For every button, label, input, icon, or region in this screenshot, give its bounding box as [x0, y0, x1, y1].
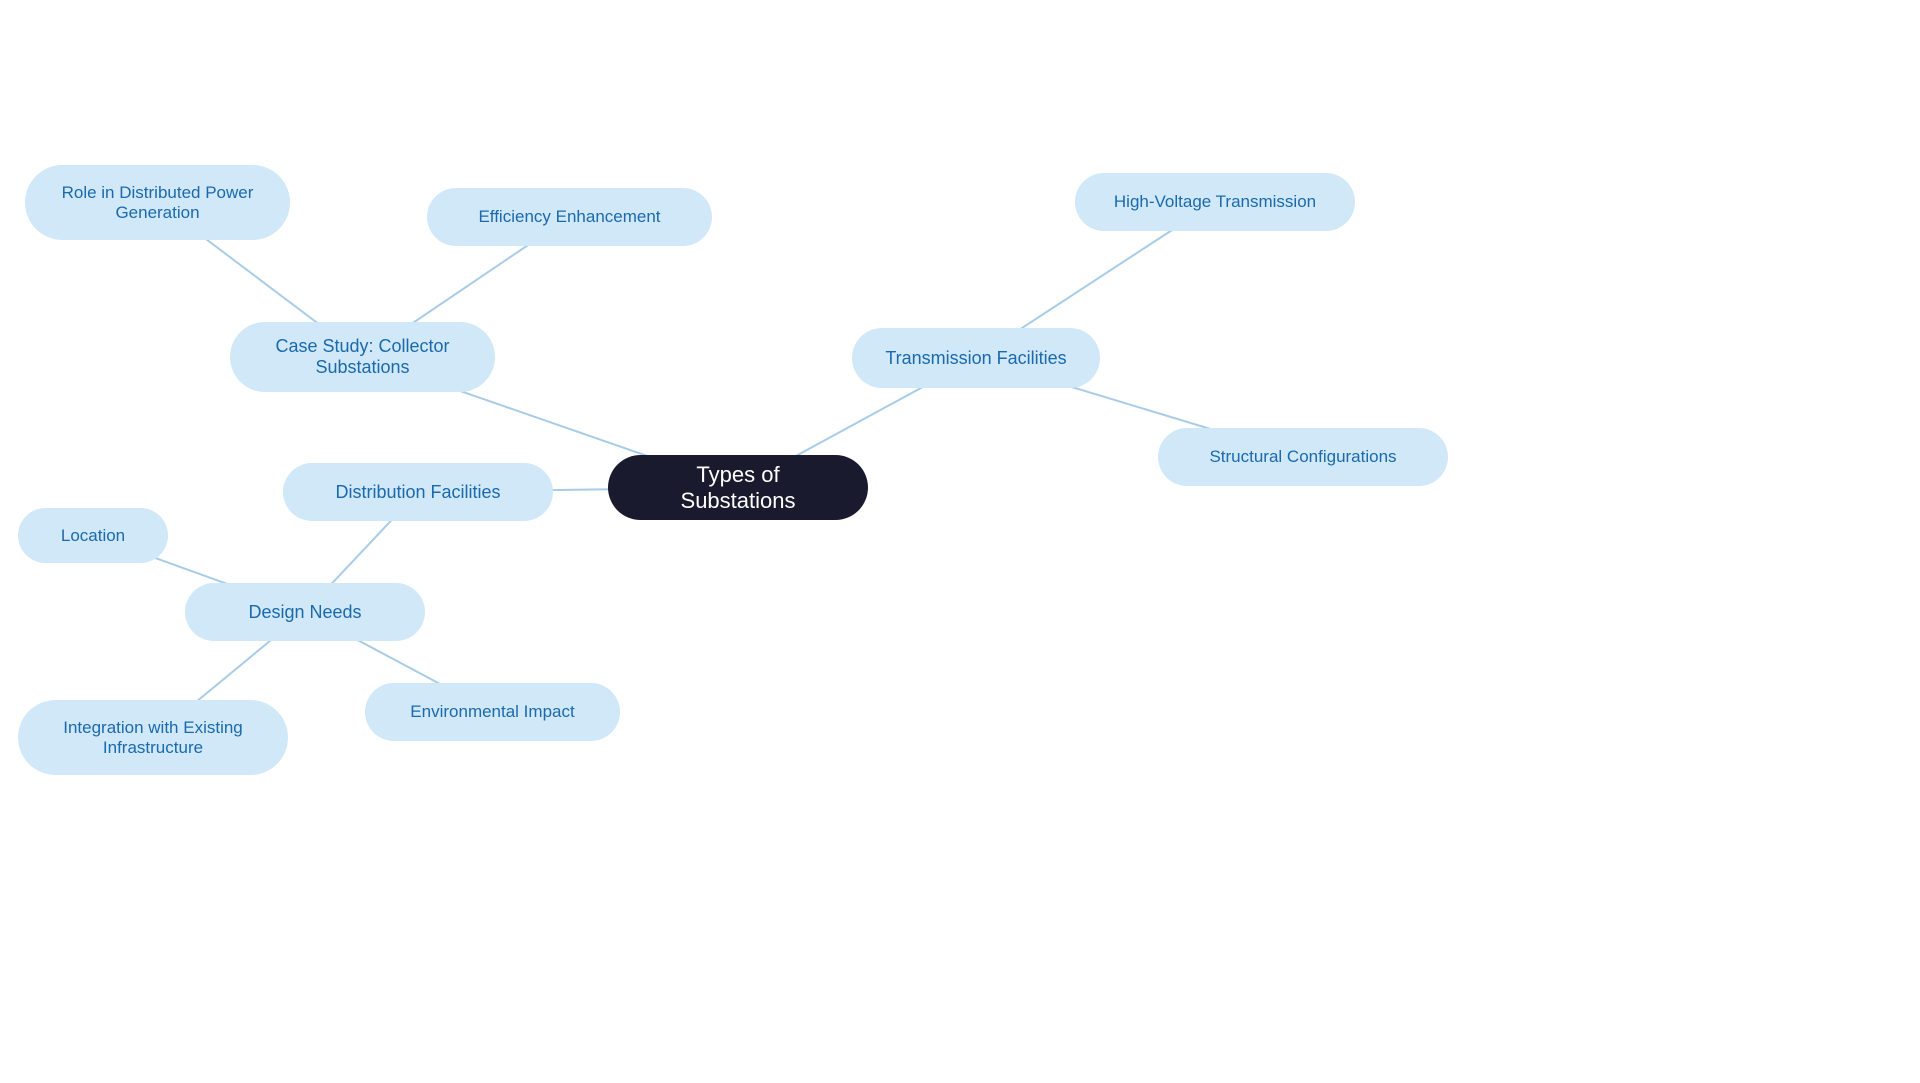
integration-node[interactable]: Integration with Existing Infrastructure	[18, 700, 288, 775]
integration-label: Integration with Existing Infrastructure	[63, 718, 243, 758]
design-needs-node[interactable]: Design Needs	[185, 583, 425, 641]
center-label: Types of Substations	[648, 462, 828, 514]
transmission-label: Transmission Facilities	[885, 348, 1066, 369]
role-node[interactable]: Role in Distributed Power Generation	[25, 165, 290, 240]
role-label: Role in Distributed Power Generation	[62, 183, 254, 223]
structural-label: Structural Configurations	[1209, 447, 1396, 467]
case-study-label: Case Study: Collector Substations	[275, 336, 449, 378]
environmental-label: Environmental Impact	[410, 702, 574, 722]
location-node[interactable]: Location	[18, 508, 168, 563]
center-node[interactable]: Types of Substations	[608, 455, 868, 520]
efficiency-node[interactable]: Efficiency Enhancement	[427, 188, 712, 246]
environmental-node[interactable]: Environmental Impact	[365, 683, 620, 741]
case-study-node[interactable]: Case Study: Collector Substations	[230, 322, 495, 392]
distribution-node[interactable]: Distribution Facilities	[283, 463, 553, 521]
structural-node[interactable]: Structural Configurations	[1158, 428, 1448, 486]
distribution-label: Distribution Facilities	[335, 482, 500, 503]
location-label: Location	[61, 526, 125, 546]
high-voltage-label: High-Voltage Transmission	[1114, 192, 1316, 212]
high-voltage-node[interactable]: High-Voltage Transmission	[1075, 173, 1355, 231]
transmission-node[interactable]: Transmission Facilities	[852, 328, 1100, 388]
efficiency-label: Efficiency Enhancement	[478, 207, 660, 227]
design-needs-label: Design Needs	[248, 602, 361, 623]
